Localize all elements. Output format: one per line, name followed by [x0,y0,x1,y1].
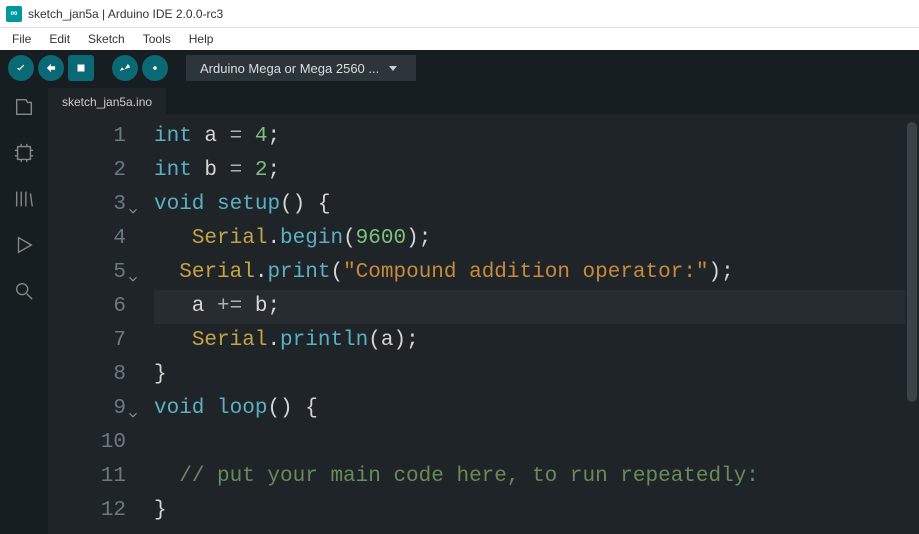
library-manager-icon[interactable] [11,186,37,212]
title-bar: ∞ sketch_jan5a | Arduino IDE 2.0.0-rc3 [0,0,919,28]
line-number: 1 [48,120,126,154]
code-line[interactable]: Serial.print("Compound addition operator… [154,256,905,290]
code-line[interactable]: void setup() { [154,188,905,222]
menu-bar: File Edit Sketch Tools Help [0,28,919,50]
line-number: 4 [48,222,126,256]
code-line[interactable]: // put your main code here, to run repea… [154,460,905,494]
line-number: 12 [48,494,126,528]
explorer-icon[interactable] [11,94,37,120]
line-number: 2 [48,154,126,188]
code-line[interactable]: Serial.println(a); [154,324,905,358]
editor: sketch_jan5a.ino 123456789101112 int a =… [48,86,919,534]
line-number: 3 [48,188,126,222]
serial-monitor-button[interactable] [142,55,168,81]
board-selector[interactable]: Arduino Mega or Mega 2560 ... [186,55,416,81]
code-line[interactable]: int b = 2; [154,154,905,188]
code-line[interactable]: Serial.begin(9600); [154,222,905,256]
menu-sketch[interactable]: Sketch [80,30,133,48]
tab-row: sketch_jan5a.ino [48,86,919,114]
upload-button[interactable] [38,55,64,81]
menu-tools[interactable]: Tools [135,30,179,48]
search-icon[interactable] [11,278,37,304]
file-tab[interactable]: sketch_jan5a.ino [48,88,166,114]
verify-button[interactable] [8,55,34,81]
vertical-scrollbar[interactable] [905,120,919,534]
code-line[interactable]: } [154,494,905,528]
line-number: 5 [48,256,126,290]
main-area: sketch_jan5a.ino 123456789101112 int a =… [0,86,919,534]
code-line[interactable]: void loop() { [154,392,905,426]
debug-button[interactable] [68,55,94,81]
debug-icon[interactable] [11,232,37,258]
code-line[interactable]: } [154,358,905,392]
menu-edit[interactable]: Edit [41,30,78,48]
board-label: Arduino Mega or Mega 2560 ... [200,61,379,76]
code-line[interactable]: a += b; [154,290,905,324]
scroll-thumb[interactable] [907,122,917,402]
line-number: 6 [48,290,126,324]
line-number: 10 [48,426,126,460]
code-line[interactable] [154,426,905,460]
line-number: 8 [48,358,126,392]
toolbar: Arduino Mega or Mega 2560 ... [0,50,919,86]
line-number: 9 [48,392,126,426]
code-content[interactable]: int a = 4;int b = 2;void setup() { Seria… [136,120,905,534]
line-number: 11 [48,460,126,494]
window-title: sketch_jan5a | Arduino IDE 2.0.0-rc3 [28,7,223,21]
code-line[interactable]: int a = 4; [154,120,905,154]
line-gutter: 123456789101112 [48,120,136,534]
activity-sidebar [0,86,48,534]
code-area[interactable]: 123456789101112 int a = 4;int b = 2;void… [48,114,919,534]
menu-file[interactable]: File [4,30,39,48]
app-icon: ∞ [6,6,22,22]
menu-help[interactable]: Help [181,30,222,48]
chevron-down-icon [389,66,397,71]
line-number: 7 [48,324,126,358]
boards-manager-icon[interactable] [11,140,37,166]
tab-label: sketch_jan5a.ino [62,95,152,109]
serial-plotter-button[interactable] [112,55,138,81]
